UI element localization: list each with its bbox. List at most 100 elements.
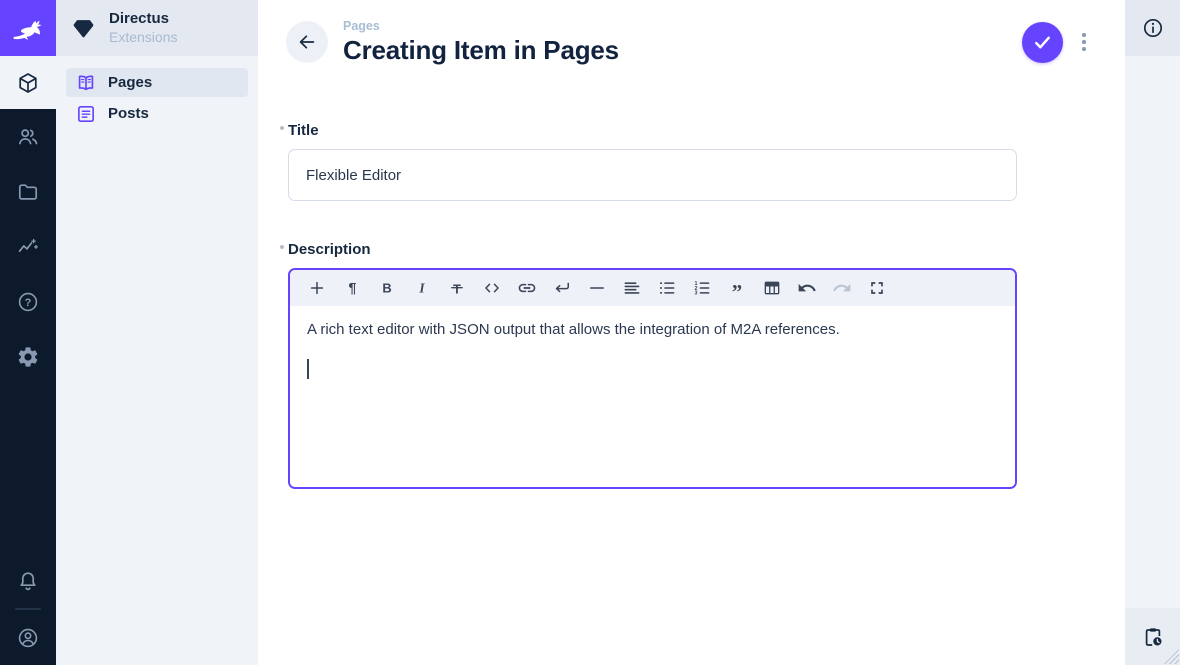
table-button[interactable]	[758, 275, 785, 301]
svg-text:B: B	[382, 280, 391, 295]
project-subtitle: Extensions	[109, 28, 178, 45]
help-icon: ?	[16, 290, 40, 314]
rabbit-icon	[11, 11, 45, 45]
module-bar-spacer	[0, 384, 56, 553]
module-bar: ?	[0, 0, 56, 665]
editor-cursor-line	[307, 359, 998, 382]
rich-text-editor: ¶ B I T 1 2 3 ” A rich text editor with JSON ou…	[288, 268, 1017, 489]
more-options-button[interactable]	[1073, 22, 1095, 63]
module-users-module[interactable]	[0, 109, 56, 164]
italic-icon: I	[412, 278, 432, 298]
book-open-icon	[75, 72, 97, 94]
description-field: Description ¶ B I T 1 2 3 ” A rich text editor …	[280, 241, 1017, 489]
svg-text:?: ?	[25, 296, 32, 308]
bell-icon	[16, 569, 40, 593]
project-info: Directus Extensions	[109, 10, 177, 46]
module-user-menu[interactable]	[0, 610, 56, 665]
module-settings-module[interactable]	[0, 329, 56, 384]
bullet-list-icon	[657, 278, 677, 298]
editor-toolbar: ¶ B I T 1 2 3 ”	[290, 270, 1015, 306]
description-label: Description	[280, 241, 371, 258]
hard-break-icon	[552, 278, 572, 298]
undo-icon	[797, 278, 817, 298]
module-help-module[interactable]: ?	[0, 274, 56, 329]
blockquote-icon: ”	[727, 278, 747, 298]
bullet-list-button[interactable]	[653, 275, 680, 301]
blockquote-button[interactable]: ”	[723, 275, 750, 301]
navigation-sidebar: Directus Extensions Pages Posts	[56, 0, 258, 665]
revisions-sidebar-button[interactable]	[1125, 608, 1180, 665]
item-form: Title Description ¶ B I T 123 ” A rich text e…	[258, 74, 1125, 489]
ordered-list-icon: 123	[692, 278, 712, 298]
hard-break-button[interactable]	[548, 275, 575, 301]
sidebar-item-posts[interactable]: Posts	[66, 99, 248, 128]
breadcrumb[interactable]: Pages	[343, 19, 1022, 33]
title-input[interactable]	[288, 149, 1017, 201]
title-field: Title	[280, 122, 1017, 201]
back-arrow-icon	[296, 31, 318, 53]
text-cursor	[307, 359, 309, 379]
module-content-module[interactable]	[0, 56, 56, 109]
strikethrough-icon: T	[447, 278, 467, 298]
italic-button[interactable]: I	[408, 275, 435, 301]
user-circle-icon	[16, 626, 40, 650]
link-icon	[517, 278, 537, 298]
back-button[interactable]	[286, 21, 328, 63]
main-content: Pages Creating Item in Pages Title Descr…	[258, 0, 1125, 665]
directus-logo[interactable]	[0, 0, 56, 56]
sidebar-item-pages[interactable]: Pages	[66, 68, 248, 97]
svg-text:¶: ¶	[348, 281, 356, 297]
activity-icon	[16, 235, 40, 259]
add-icon	[307, 278, 327, 298]
svg-text:”: ”	[731, 280, 741, 298]
info-sidebar-button[interactable]	[1125, 0, 1180, 56]
directus-app: ? Directus Extensions Pages Posts Pages C…	[0, 0, 1180, 665]
module-insights-module[interactable]	[0, 219, 56, 274]
users-icon	[16, 125, 40, 149]
folder-icon	[16, 180, 40, 204]
paragraph-button[interactable]: ¶	[338, 275, 365, 301]
bold-icon: B	[377, 278, 397, 298]
paragraph-icon: ¶	[342, 278, 362, 298]
page-title: Creating Item in Pages	[343, 34, 619, 65]
add-button[interactable]	[303, 275, 330, 301]
title-label: Title	[280, 122, 319, 139]
ordered-list-button[interactable]: 123	[688, 275, 715, 301]
sidebar-item-label: Pages	[108, 74, 153, 91]
gear-icon	[16, 345, 40, 369]
sidebar-item-label: Posts	[108, 105, 149, 122]
sidebar-rail	[1125, 0, 1180, 665]
align-left-icon	[622, 278, 642, 298]
horizontal-rule-icon	[587, 278, 607, 298]
save-button[interactable]	[1022, 21, 1063, 63]
svg-text:3: 3	[694, 291, 697, 297]
svg-text:I: I	[418, 280, 425, 295]
horizontal-rule-button[interactable]	[583, 275, 610, 301]
editor-paragraph: A rich text editor with JSON output that…	[307, 321, 840, 338]
table-icon	[762, 278, 782, 298]
check-icon	[1031, 31, 1054, 54]
svg-text:T: T	[453, 282, 461, 296]
module-files-module[interactable]	[0, 164, 56, 219]
resize-grip	[1164, 649, 1179, 664]
editor-content[interactable]: A rich text editor with JSON output that…	[290, 306, 1015, 487]
link-button[interactable]	[513, 275, 540, 301]
project-switcher[interactable]: Directus Extensions	[56, 0, 258, 56]
info-icon	[1141, 16, 1165, 40]
redo-icon	[832, 278, 852, 298]
bold-button[interactable]: B	[373, 275, 400, 301]
fullscreen-button[interactable]	[863, 275, 890, 301]
undo-button[interactable]	[793, 275, 820, 301]
strikethrough-button[interactable]: T	[443, 275, 470, 301]
page-header: Pages Creating Item in Pages	[258, 0, 1125, 74]
code-button[interactable]	[478, 275, 505, 301]
fullscreen-icon	[867, 278, 887, 298]
title-block: Pages Creating Item in Pages	[343, 19, 1022, 66]
gem-icon	[71, 16, 96, 41]
cube-icon	[16, 71, 40, 95]
redo-button[interactable]	[828, 275, 855, 301]
clipboard-clock-icon	[1141, 625, 1165, 649]
project-name: Directus	[109, 9, 170, 27]
module-notifications[interactable]	[0, 553, 56, 608]
align-button[interactable]	[618, 275, 645, 301]
